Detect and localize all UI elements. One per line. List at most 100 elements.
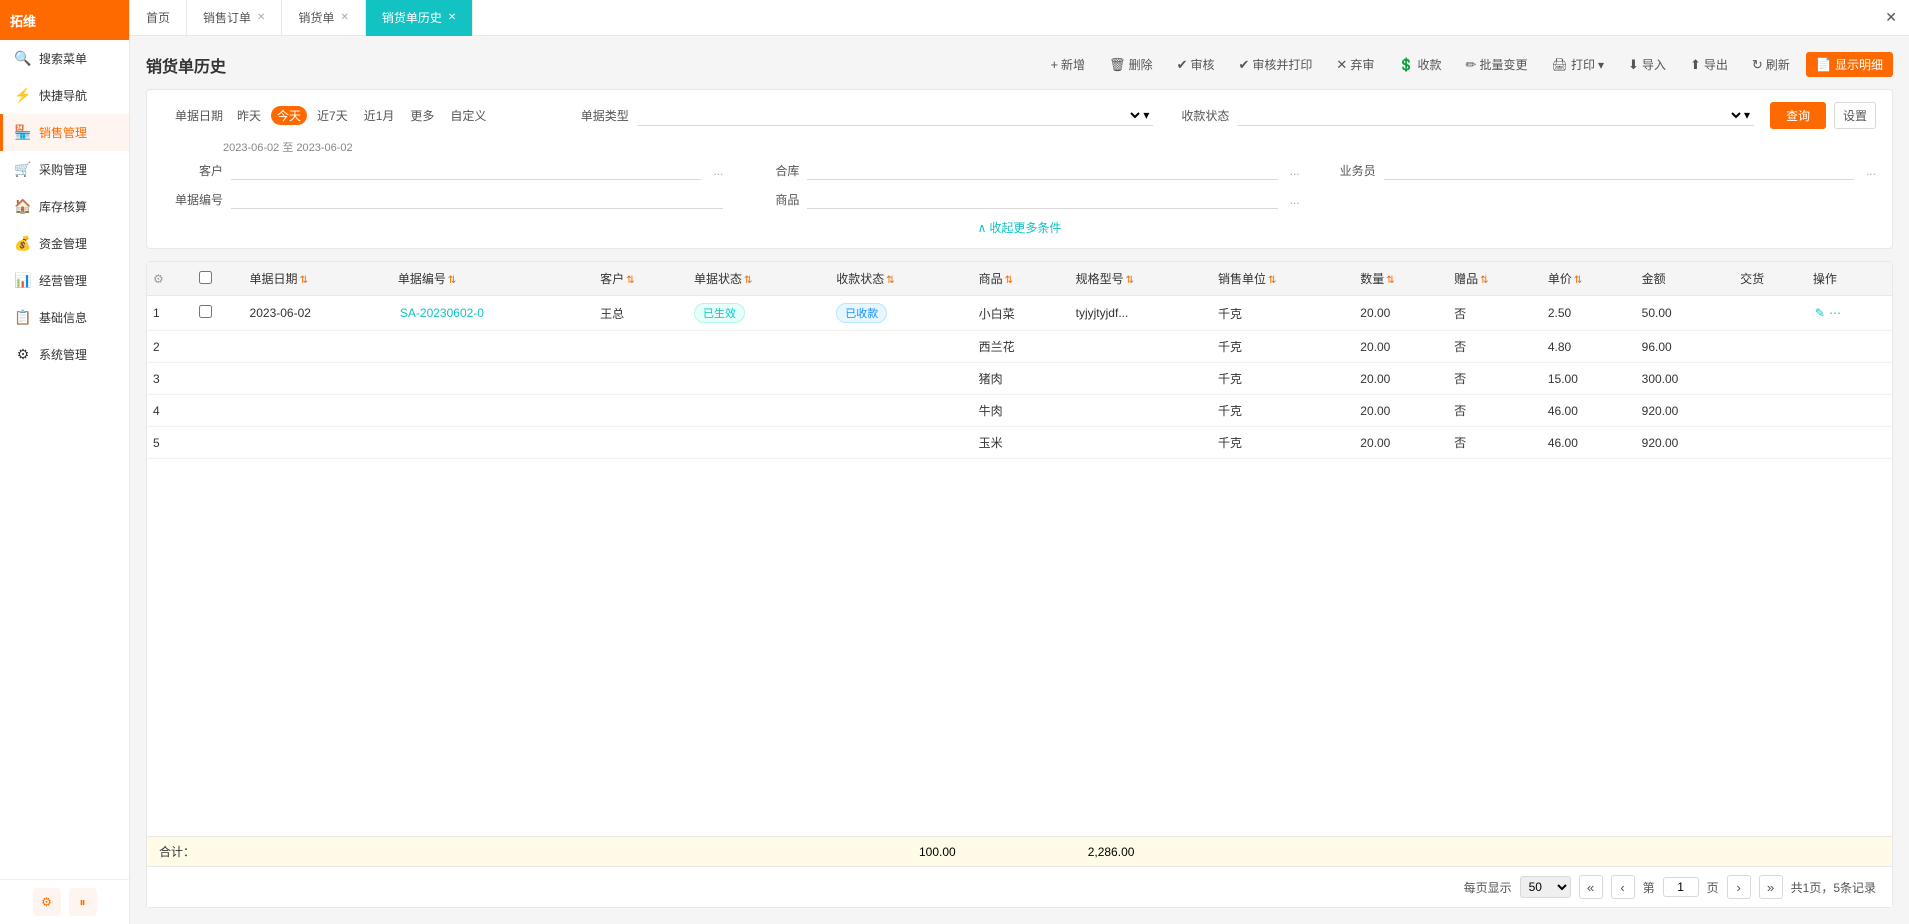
- col-customer-label: 客户: [600, 272, 624, 286]
- col-doc-status[interactable]: 单据状态⇅: [688, 262, 830, 296]
- doc-type-select[interactable]: [641, 107, 1144, 123]
- refresh-button[interactable]: ↻ 刷新: [1744, 52, 1798, 77]
- delete-button[interactable]: 🗑 删除: [1101, 52, 1161, 77]
- cell-checkbox[interactable]: [193, 363, 244, 395]
- col-gift[interactable]: 赠品⇅: [1448, 262, 1542, 296]
- sidebar-item-basic[interactable]: 📋 基础信息: [0, 299, 129, 336]
- add-button[interactable]: + 新增: [1042, 52, 1093, 77]
- date-1month[interactable]: 近1月: [358, 106, 401, 125]
- salesperson-input[interactable]: [1384, 161, 1854, 180]
- tab-sales-history[interactable]: 销货单历史 ✕: [366, 0, 473, 36]
- cell-amount: 50.00: [1636, 296, 1734, 331]
- settings-bottom-icon[interactable]: ⚙: [33, 888, 61, 916]
- payment-status-select-wrap[interactable]: ▾: [1237, 105, 1754, 126]
- audit-button[interactable]: ✔ 审核: [1169, 52, 1223, 77]
- warehouse-dots[interactable]: ...: [1290, 164, 1300, 178]
- date-yesterday[interactable]: 昨天: [231, 106, 267, 125]
- col-doc-date[interactable]: 单据日期⇅: [244, 262, 392, 296]
- cell-payment-status: 已收款: [830, 296, 972, 331]
- sidebar-item-operations[interactable]: 📊 经营管理: [0, 262, 129, 299]
- doc-type-select-wrap[interactable]: ▾: [637, 105, 1154, 126]
- customer-dots[interactable]: ...: [713, 164, 723, 178]
- tab-home[interactable]: 首页: [130, 0, 187, 36]
- cell-checkbox[interactable]: [193, 395, 244, 427]
- print-button[interactable]: 🖨 打印 ▾: [1543, 52, 1612, 77]
- col-quantity[interactable]: 数量⇅: [1354, 262, 1448, 296]
- page-next-button[interactable]: ›: [1727, 875, 1751, 899]
- salesperson-dots[interactable]: ...: [1866, 164, 1876, 178]
- col-payment-status[interactable]: 收款状态⇅: [830, 262, 972, 296]
- col-unit-price-label: 单价: [1548, 272, 1572, 286]
- col-doc-number[interactable]: 单据编号⇅: [392, 262, 594, 296]
- doc-number-link[interactable]: SA-20230602-0: [400, 306, 484, 320]
- tab-sales-history-close[interactable]: ✕: [448, 12, 456, 23]
- page-prev-button[interactable]: ‹: [1611, 875, 1635, 899]
- filter-doc-number: 单据编号: [163, 190, 723, 209]
- goods-input[interactable]: [807, 190, 1277, 209]
- col-unit[interactable]: 销售单位⇅: [1212, 262, 1354, 296]
- col-goods[interactable]: 商品⇅: [973, 262, 1070, 296]
- cell-doc-date: [244, 363, 392, 395]
- collect-button[interactable]: 💲 收款: [1390, 52, 1449, 77]
- date-more[interactable]: 更多: [404, 106, 440, 125]
- col-spec[interactable]: 规格型号⇅: [1070, 262, 1212, 296]
- date-7days[interactable]: 近7天: [311, 106, 354, 125]
- select-all-checkbox[interactable]: [199, 271, 212, 284]
- sidebar-item-finance[interactable]: 💰 资金管理: [0, 225, 129, 262]
- date-today[interactable]: 今天: [271, 106, 307, 125]
- pause-bottom-icon[interactable]: ⏸: [69, 888, 97, 916]
- batch-change-button[interactable]: ✏ 批量变更: [1458, 52, 1536, 77]
- abandon-button[interactable]: ✕ 弃审: [1328, 52, 1382, 77]
- sidebar-item-shortcut[interactable]: ⚡ 快捷导航: [0, 77, 129, 114]
- table-settings-icon[interactable]: ⚙: [153, 272, 164, 286]
- query-button[interactable]: 查询: [1770, 102, 1826, 129]
- import-button[interactable]: ⬇ 导入: [1620, 52, 1674, 77]
- warehouse-label: 合库: [739, 162, 799, 179]
- goods-dots[interactable]: ...: [1290, 193, 1300, 207]
- cell-checkbox[interactable]: [193, 296, 244, 331]
- filter-doc-type: 单据类型 ▾: [569, 105, 1154, 126]
- sales-icon: 🏪: [15, 125, 31, 141]
- col-customer[interactable]: 客户⇅: [594, 262, 688, 296]
- sidebar-item-search[interactable]: 🔍 搜索菜单: [0, 40, 129, 77]
- cell-payment-status: [830, 427, 972, 459]
- payment-status-select[interactable]: [1241, 107, 1744, 123]
- col-settings[interactable]: ⚙: [147, 262, 193, 296]
- cell-quantity: 20.00: [1354, 363, 1448, 395]
- customer-input[interactable]: [231, 161, 701, 180]
- table-row: 5 玉米 千克 20.00 否 46.00 920.00: [147, 427, 1892, 459]
- refresh-icon: ↻: [1752, 57, 1763, 73]
- edit-action[interactable]: ✎: [1815, 306, 1825, 320]
- sidebar-item-purchase[interactable]: 🛒 采购管理: [0, 151, 129, 188]
- sidebar-item-sales[interactable]: 🏪 销售管理: [0, 114, 129, 151]
- more-action[interactable]: ⋯: [1829, 306, 1841, 320]
- window-close-button[interactable]: ✕: [1873, 9, 1909, 26]
- sidebar-item-inventory[interactable]: 🏠 库存核算: [0, 188, 129, 225]
- cell-checkbox[interactable]: [193, 331, 244, 363]
- tab-sales-goods[interactable]: 销货单 ✕: [282, 0, 365, 36]
- col-unit-price[interactable]: 单价⇅: [1542, 262, 1636, 296]
- per-page-select[interactable]: 50 20 100: [1520, 876, 1571, 898]
- page-input[interactable]: [1663, 877, 1699, 897]
- export-button[interactable]: ⬆ 导出: [1682, 52, 1736, 77]
- tab-sales-order-close[interactable]: ✕: [257, 12, 265, 23]
- warehouse-input[interactable]: [807, 161, 1277, 180]
- doc-number-input[interactable]: [231, 190, 723, 209]
- payment-status-badge: 已收款: [836, 303, 887, 323]
- col-doc-number-label: 单据编号: [398, 272, 446, 286]
- refresh-label: 刷新: [1766, 56, 1790, 73]
- row-checkbox[interactable]: [199, 305, 212, 318]
- settings-filter-button[interactable]: 设置: [1834, 102, 1876, 129]
- sidebar-item-system[interactable]: ⚙ 系统管理: [0, 336, 129, 373]
- col-checkbox[interactable]: [193, 262, 244, 296]
- tab-sales-order[interactable]: 销售订单 ✕: [187, 0, 282, 36]
- cell-checkbox[interactable]: [193, 427, 244, 459]
- page-first-button[interactable]: «: [1579, 875, 1603, 899]
- show-detail-button[interactable]: 📄 显示明细: [1806, 52, 1893, 77]
- audit-print-button[interactable]: ✔ 审核并打印: [1231, 52, 1321, 77]
- sidebar-item-label: 采购管理: [39, 161, 87, 178]
- date-custom[interactable]: 自定义: [444, 106, 492, 125]
- collapse-button[interactable]: ∧ 收起更多条件: [978, 219, 1062, 236]
- tab-sales-goods-close[interactable]: ✕: [340, 12, 348, 23]
- page-last-button[interactable]: »: [1759, 875, 1783, 899]
